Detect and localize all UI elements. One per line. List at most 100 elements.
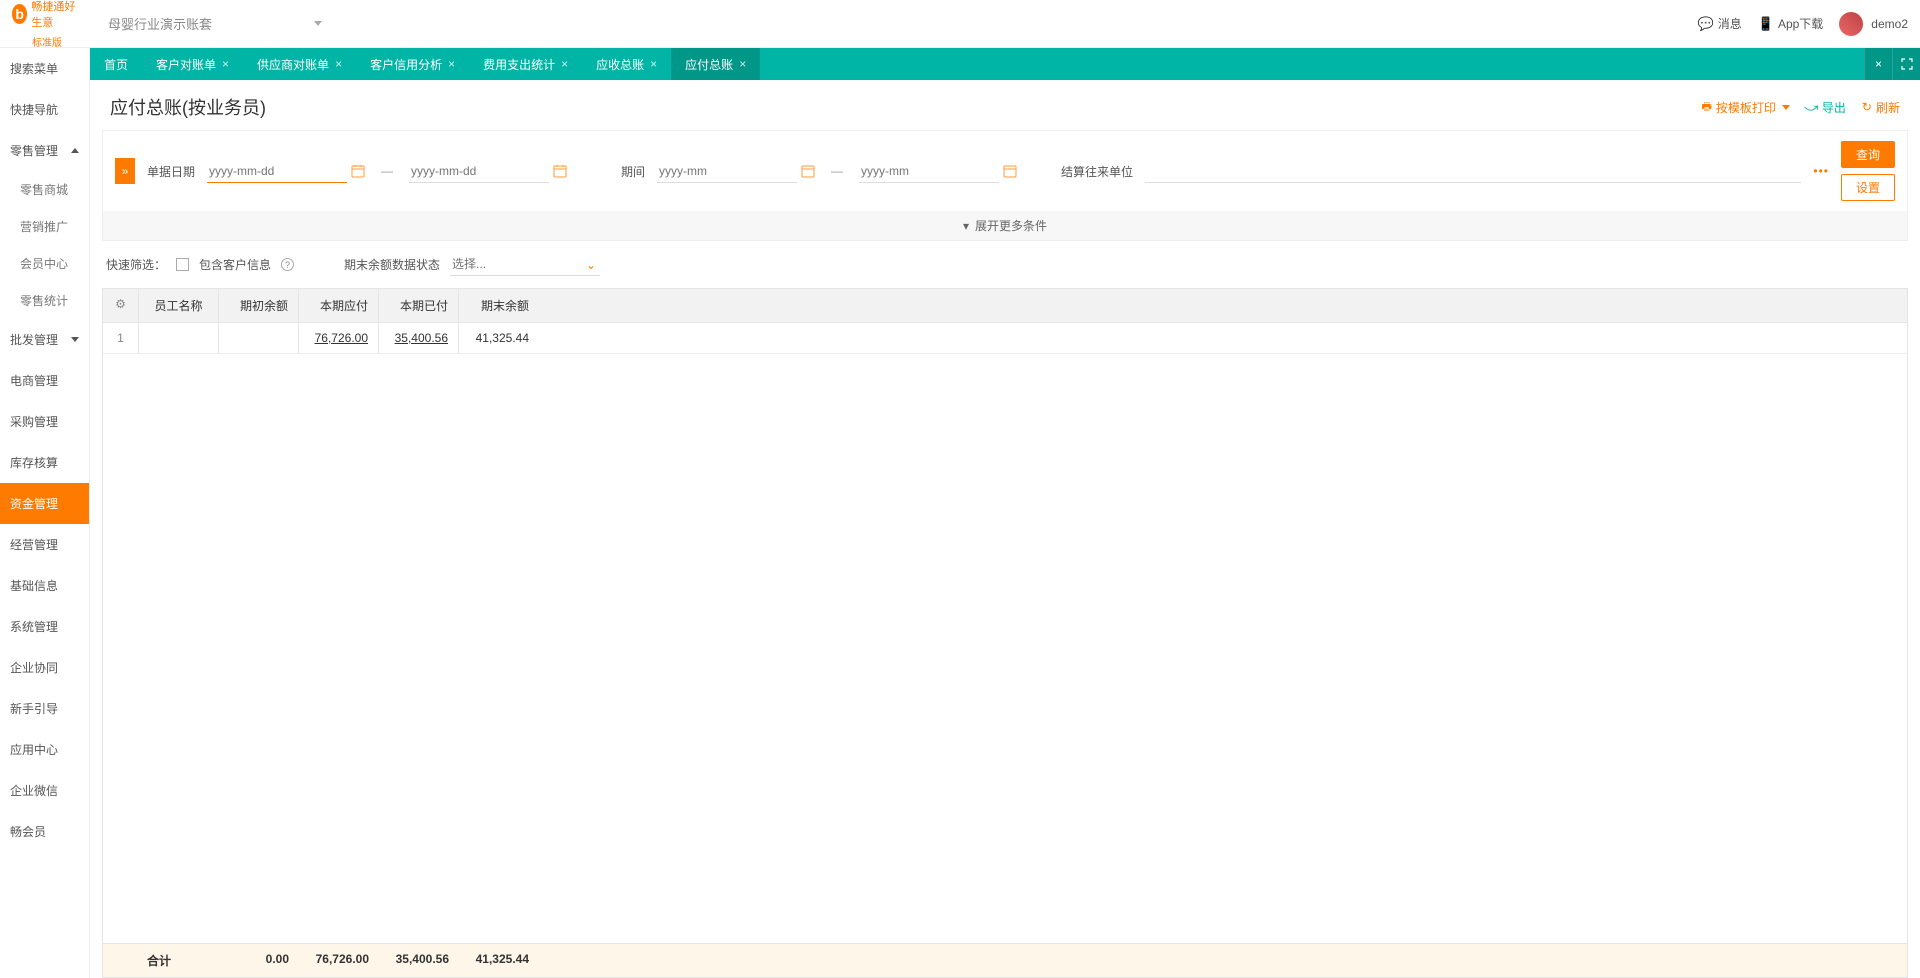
col-opening[interactable]: 期初余额 <box>219 289 299 322</box>
col-employee[interactable]: 员工名称 <box>139 289 219 322</box>
tab-customer-statement[interactable]: 客户对账单× <box>142 48 243 80</box>
close-icon[interactable]: × <box>650 57 657 71</box>
tab-supplier-statement[interactable]: 供应商对账单× <box>243 48 356 80</box>
settings-button[interactable]: 设置 <box>1841 174 1895 201</box>
table-footer: 合计 0.00 76,726.00 35,400.56 41,325.44 <box>102 943 1908 978</box>
sidebar-operation[interactable]: 经营管理 <box>0 524 89 565</box>
balance-state-select[interactable] <box>450 253 600 276</box>
cell-name <box>139 323 219 353</box>
col-closing[interactable]: 期末余额 <box>459 289 539 322</box>
more-icon[interactable]: ••• <box>1813 164 1829 178</box>
logo[interactable]: b 畅捷通好生意 标准版 <box>12 0 82 49</box>
expand-label: 展开更多条件 <box>975 217 1047 234</box>
footer-closing: 41,325.44 <box>459 944 539 977</box>
calendar-icon[interactable] <box>351 164 365 178</box>
sidebar-system[interactable]: 系统管理 <box>0 606 89 647</box>
cell-closing: 41,325.44 <box>459 323 539 353</box>
dash: — <box>831 164 843 178</box>
quick-filter-bar: 快速筛选： 包含客户信息 ? 期末余额数据状态 ⌄ <box>90 241 1920 288</box>
sidebar-retail[interactable]: 零售管理 <box>0 130 89 171</box>
close-icon[interactable]: × <box>448 57 455 71</box>
col-payable[interactable]: 本期应付 <box>299 289 379 322</box>
include-customer-checkbox[interactable] <box>176 258 189 271</box>
row-index: 1 <box>103 323 139 353</box>
tab-receivable[interactable]: 应收总账× <box>582 48 671 80</box>
account-name: 母婴行业演示账套 <box>108 14 212 33</box>
close-icon[interactable]: × <box>561 57 568 71</box>
sidebar-funds[interactable]: 资金管理 <box>0 483 89 524</box>
settings-column[interactable] <box>103 289 139 322</box>
logo-text: 畅捷通好生意 <box>31 0 82 30</box>
tab-payable[interactable]: 应付总账× <box>671 48 760 80</box>
page-header: 应付总账(按业务员) 按模板打印 导出 刷新 <box>90 80 1920 130</box>
include-customer-label: 包含客户信息 <box>199 256 271 273</box>
period-to-input[interactable] <box>859 160 999 183</box>
sidebar-appcenter[interactable]: 应用中心 <box>0 729 89 770</box>
doc-date-from-input[interactable] <box>207 160 347 183</box>
doc-date-to-input[interactable] <box>409 160 549 183</box>
app-download-button[interactable]: App下载 <box>1758 15 1824 32</box>
sidebar-retail-stats[interactable]: 零售统计 <box>0 282 89 319</box>
sidebar-collab[interactable]: 企业协同 <box>0 647 89 688</box>
close-icon[interactable]: × <box>739 57 746 71</box>
export-button[interactable]: 导出 <box>1806 99 1846 116</box>
account-selector[interactable]: 母婴行业演示账套 <box>100 10 330 37</box>
gear-icon <box>115 297 126 311</box>
filter-collapse-toggle[interactable]: » <box>115 158 135 184</box>
table-row[interactable]: 1 76,726.00 35,400.56 41,325.44 <box>103 323 1907 354</box>
cell-paid-link[interactable]: 35,400.56 <box>395 331 448 345</box>
tabs-close-all[interactable]: × <box>1864 48 1892 80</box>
chevron-down-icon <box>71 337 79 342</box>
close-icon[interactable]: × <box>335 57 342 71</box>
main: 首页 客户对账单× 供应商对账单× 客户信用分析× 费用支出统计× 应收总账× … <box>90 48 1920 978</box>
logo-sub: 标准版 <box>32 34 62 49</box>
col-paid[interactable]: 本期已付 <box>379 289 459 322</box>
sidebar-search[interactable]: 搜索菜单 <box>0 48 89 89</box>
sidebar-wechat[interactable]: 企业微信 <box>0 770 89 811</box>
data-table: 员工名称 期初余额 本期应付 本期已付 期末余额 1 76,726.00 35,… <box>102 288 1908 978</box>
sidebar-wholesale[interactable]: 批发管理 <box>0 319 89 360</box>
close-icon[interactable]: × <box>222 57 229 71</box>
expand-filters-button[interactable]: ▾ 展开更多条件 <box>103 211 1907 240</box>
partner-label: 结算往来单位 <box>1061 163 1133 180</box>
sidebar-purchase[interactable]: 采购管理 <box>0 401 89 442</box>
chevron-up-icon <box>71 148 79 153</box>
messages-button[interactable]: 消息 <box>1698 15 1742 32</box>
period-from-input[interactable] <box>657 160 797 183</box>
sidebar-retail-mall[interactable]: 零售商城 <box>0 171 89 208</box>
sidebar-member[interactable]: 畅会员 <box>0 811 89 852</box>
print-button[interactable]: 按模板打印 <box>1701 98 1789 117</box>
tabs-fullscreen[interactable] <box>1892 48 1920 80</box>
partner-input[interactable] <box>1145 160 1801 183</box>
chevron-down-icon <box>1782 105 1790 110</box>
tab-expense-stats[interactable]: 费用支出统计× <box>469 48 582 80</box>
sidebar-quicknav[interactable]: 快捷导航 <box>0 89 89 130</box>
tab-customer-credit[interactable]: 客户信用分析× <box>356 48 469 80</box>
table-header: 员工名称 期初余额 本期应付 本期已付 期末余额 <box>102 288 1908 323</box>
sidebar-inventory[interactable]: 库存核算 <box>0 442 89 483</box>
fullscreen-icon <box>1901 58 1913 70</box>
dash: — <box>381 164 393 178</box>
calendar-icon[interactable] <box>553 164 567 178</box>
messages-label: 消息 <box>1718 15 1742 32</box>
help-icon[interactable]: ? <box>281 258 294 271</box>
query-button[interactable]: 查询 <box>1841 141 1895 168</box>
sidebar-ecommerce[interactable]: 电商管理 <box>0 360 89 401</box>
sidebar-basic[interactable]: 基础信息 <box>0 565 89 606</box>
refresh-button[interactable]: 刷新 <box>1862 99 1900 116</box>
tab-home[interactable]: 首页 <box>90 48 142 80</box>
footer-payable: 76,726.00 <box>299 944 379 977</box>
user-menu[interactable]: demo2 <box>1839 12 1908 36</box>
avatar <box>1839 12 1863 36</box>
user-name: demo2 <box>1871 17 1908 31</box>
calendar-icon[interactable] <box>801 164 815 178</box>
sidebar-guide[interactable]: 新手引导 <box>0 688 89 729</box>
chevron-down-icon <box>314 21 322 26</box>
sidebar-retail-marketing[interactable]: 营销推广 <box>0 208 89 245</box>
filter-panel: » 单据日期 — 期间 <box>102 130 1908 241</box>
cell-payable-link[interactable]: 76,726.00 <box>315 331 368 345</box>
calendar-icon[interactable] <box>1003 164 1017 178</box>
footer-label: 合计 <box>139 944 219 977</box>
sidebar-retail-members[interactable]: 会员中心 <box>0 245 89 282</box>
print-icon <box>1701 98 1711 117</box>
